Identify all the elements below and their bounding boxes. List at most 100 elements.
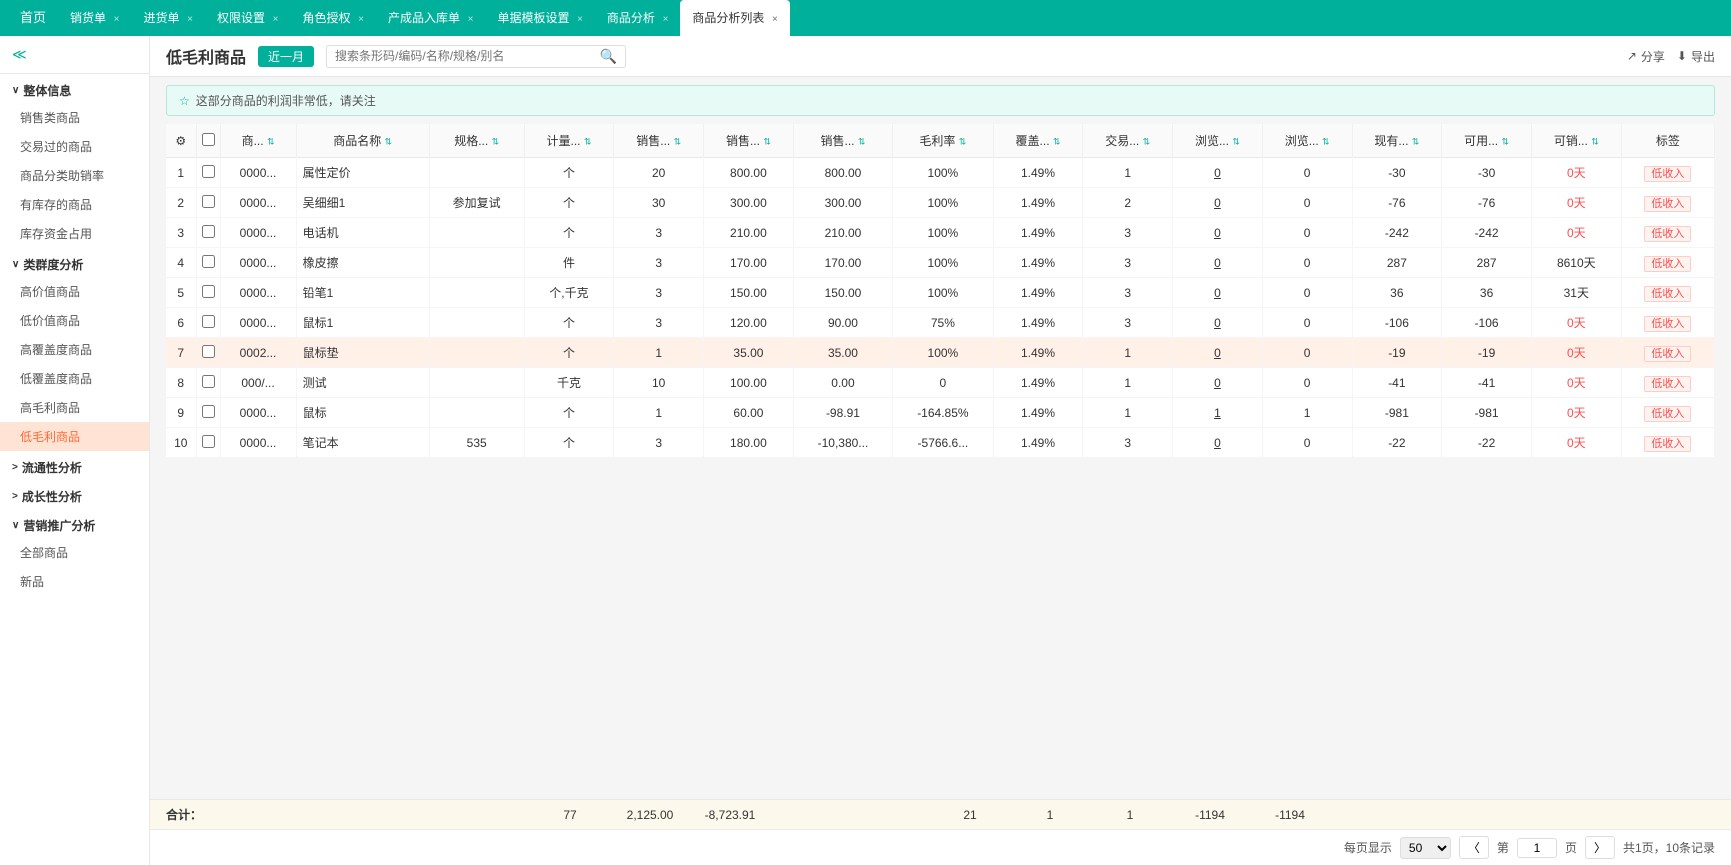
cell-checkbox[interactable] bbox=[196, 338, 220, 368]
sidebar-group-marketing[interactable]: ∨ 营销推广分析 bbox=[0, 509, 149, 538]
nav-product-analysis-close[interactable]: × bbox=[663, 14, 669, 25]
view1-link[interactable]: 0 bbox=[1214, 436, 1221, 450]
view1-link[interactable]: 1 bbox=[1214, 406, 1221, 420]
search-icon[interactable]: 🔍 bbox=[600, 48, 617, 65]
nav-purchase-close[interactable]: × bbox=[187, 14, 193, 25]
sidebar-item-stocked-products[interactable]: 有库存的商品 bbox=[0, 190, 149, 219]
page-input[interactable] bbox=[1517, 838, 1557, 858]
cell-view1[interactable]: 1 bbox=[1173, 398, 1263, 428]
nav-purchase[interactable]: 进货单 × bbox=[132, 0, 205, 36]
nav-template[interactable]: 单据模板设置 × bbox=[485, 0, 594, 36]
cell-checkbox[interactable] bbox=[196, 188, 220, 218]
cell-checkbox[interactable] bbox=[196, 158, 220, 188]
cell-view1[interactable]: 0 bbox=[1173, 308, 1263, 338]
sidebar-item-low-coverage[interactable]: 低覆盖度商品 bbox=[0, 364, 149, 393]
prev-page-btn[interactable]: 〈 bbox=[1459, 836, 1489, 859]
nav-product-analysis-list-close[interactable]: × bbox=[772, 14, 778, 25]
sidebar-group-overall[interactable]: ∨ 整体信息 bbox=[0, 74, 149, 103]
sidebar-group-liquidity[interactable]: > 流通性分析 bbox=[0, 451, 149, 480]
sidebar-item-category-rate[interactable]: 商品分类助销率 bbox=[0, 161, 149, 190]
search-input[interactable] bbox=[335, 49, 600, 63]
col-checkbox[interactable] bbox=[196, 124, 220, 158]
nav-permissions-close[interactable]: × bbox=[273, 14, 279, 25]
cell-name[interactable]: 吴细细1 bbox=[296, 188, 429, 218]
cell-view1[interactable]: 0 bbox=[1173, 248, 1263, 278]
nav-template-close[interactable]: × bbox=[577, 14, 583, 25]
row-checkbox[interactable] bbox=[202, 345, 215, 358]
table-container[interactable]: ⚙ 商... ⇅ 商品名称 ⇅ 规格... ⇅ 计量... ⇅ 销售... ⇅ … bbox=[150, 124, 1731, 799]
sidebar-item-sales-products[interactable]: 销售类商品 bbox=[0, 103, 149, 132]
cell-checkbox[interactable] bbox=[196, 218, 220, 248]
cell-checkbox[interactable] bbox=[196, 368, 220, 398]
view1-link[interactable]: 0 bbox=[1214, 226, 1221, 240]
sidebar-collapse-btn[interactable]: ≪ bbox=[8, 42, 31, 67]
export-btn[interactable]: ⬇ 导出 bbox=[1677, 48, 1715, 65]
cell-view1[interactable]: 0 bbox=[1173, 218, 1263, 248]
cell-view1[interactable]: 0 bbox=[1173, 338, 1263, 368]
row-checkbox[interactable] bbox=[202, 225, 215, 238]
cell-name[interactable]: 橡皮擦 bbox=[296, 248, 429, 278]
cell-view1[interactable]: 0 bbox=[1173, 278, 1263, 308]
nav-roles-close[interactable]: × bbox=[358, 14, 364, 25]
view1-link[interactable]: 0 bbox=[1214, 376, 1221, 390]
nav-sales-close[interactable]: × bbox=[114, 14, 120, 25]
nav-product-entry-close[interactable]: × bbox=[468, 14, 474, 25]
row-checkbox[interactable] bbox=[202, 285, 215, 298]
col-name[interactable]: 商品名称 ⇅ bbox=[296, 124, 429, 158]
nav-product-entry[interactable]: 产成品入库单 × bbox=[376, 0, 485, 36]
nav-sales[interactable]: 销货单 × bbox=[58, 0, 131, 36]
nav-product-analysis[interactable]: 商品分析 × bbox=[595, 0, 680, 36]
nav-home[interactable]: 首页 bbox=[8, 0, 58, 36]
sidebar-group-growth[interactable]: > 成长性分析 bbox=[0, 480, 149, 509]
row-checkbox[interactable] bbox=[202, 435, 215, 448]
cell-name[interactable]: 属性定价 bbox=[296, 158, 429, 188]
cell-name[interactable]: 鼠标垫 bbox=[296, 338, 429, 368]
sidebar-item-all-products[interactable]: 全部商品 bbox=[0, 538, 149, 567]
cell-name[interactable]: 电话机 bbox=[296, 218, 429, 248]
col-sales-qty[interactable]: 销售... ⇅ bbox=[614, 124, 704, 158]
cell-view1[interactable]: 0 bbox=[1173, 188, 1263, 218]
sidebar-item-stock-capital[interactable]: 库存资金占用 bbox=[0, 219, 149, 248]
sidebar-item-traded-products[interactable]: 交易过的商品 bbox=[0, 132, 149, 161]
cell-view1[interactable]: 0 bbox=[1173, 428, 1263, 458]
row-checkbox[interactable] bbox=[202, 255, 215, 268]
col-current[interactable]: 现有... ⇅ bbox=[1352, 124, 1442, 158]
col-settings[interactable]: ⚙ bbox=[166, 124, 196, 158]
col-spec[interactable]: 规格... ⇅ bbox=[429, 124, 524, 158]
cell-checkbox[interactable] bbox=[196, 248, 220, 278]
cell-checkbox[interactable] bbox=[196, 398, 220, 428]
view1-link[interactable]: 0 bbox=[1214, 286, 1221, 300]
col-unit[interactable]: 计量... ⇅ bbox=[524, 124, 614, 158]
col-tag[interactable]: 标签 bbox=[1621, 124, 1714, 158]
col-view1[interactable]: 浏览... ⇅ bbox=[1173, 124, 1263, 158]
row-checkbox[interactable] bbox=[202, 165, 215, 178]
view1-link[interactable]: 0 bbox=[1214, 166, 1221, 180]
col-sellable[interactable]: 可销... ⇅ bbox=[1531, 124, 1621, 158]
cell-name[interactable]: 铅笔1 bbox=[296, 278, 429, 308]
nav-product-analysis-list[interactable]: 商品分析列表 × bbox=[680, 0, 789, 36]
col-sales-amount[interactable]: 销售... ⇅ bbox=[793, 124, 892, 158]
view1-link[interactable]: 0 bbox=[1214, 346, 1221, 360]
page-size-select[interactable]: 50 100 bbox=[1400, 837, 1451, 859]
sidebar-item-low-margin[interactable]: 低毛利商品 bbox=[0, 422, 149, 451]
cell-name[interactable]: 鼠标 bbox=[296, 398, 429, 428]
time-filter-btn[interactable]: 近一月 bbox=[258, 46, 314, 67]
sidebar-item-new-products[interactable]: 新品 bbox=[0, 567, 149, 596]
row-checkbox[interactable] bbox=[202, 405, 215, 418]
share-btn[interactable]: ↗ 分享 bbox=[1627, 48, 1665, 65]
select-all-checkbox[interactable] bbox=[202, 133, 215, 146]
cell-checkbox[interactable] bbox=[196, 278, 220, 308]
cell-view1[interactable]: 0 bbox=[1173, 158, 1263, 188]
view1-link[interactable]: 0 bbox=[1214, 256, 1221, 270]
cell-name[interactable]: 测试 bbox=[296, 368, 429, 398]
nav-permissions[interactable]: 权限设置 × bbox=[205, 0, 290, 36]
col-view2[interactable]: 浏览... ⇅ bbox=[1262, 124, 1352, 158]
sidebar-item-high-coverage[interactable]: 高覆盖度商品 bbox=[0, 335, 149, 364]
sidebar-item-high-value[interactable]: 高价值商品 bbox=[0, 277, 149, 306]
col-trade[interactable]: 交易... ⇅ bbox=[1083, 124, 1173, 158]
col-code[interactable]: 商... ⇅ bbox=[220, 124, 296, 158]
cell-name[interactable]: 鼠标1 bbox=[296, 308, 429, 338]
col-coverage[interactable]: 覆盖... ⇅ bbox=[993, 124, 1083, 158]
nav-roles[interactable]: 角色授权 × bbox=[290, 0, 375, 36]
col-gross-margin[interactable]: 毛利率 ⇅ bbox=[893, 124, 993, 158]
